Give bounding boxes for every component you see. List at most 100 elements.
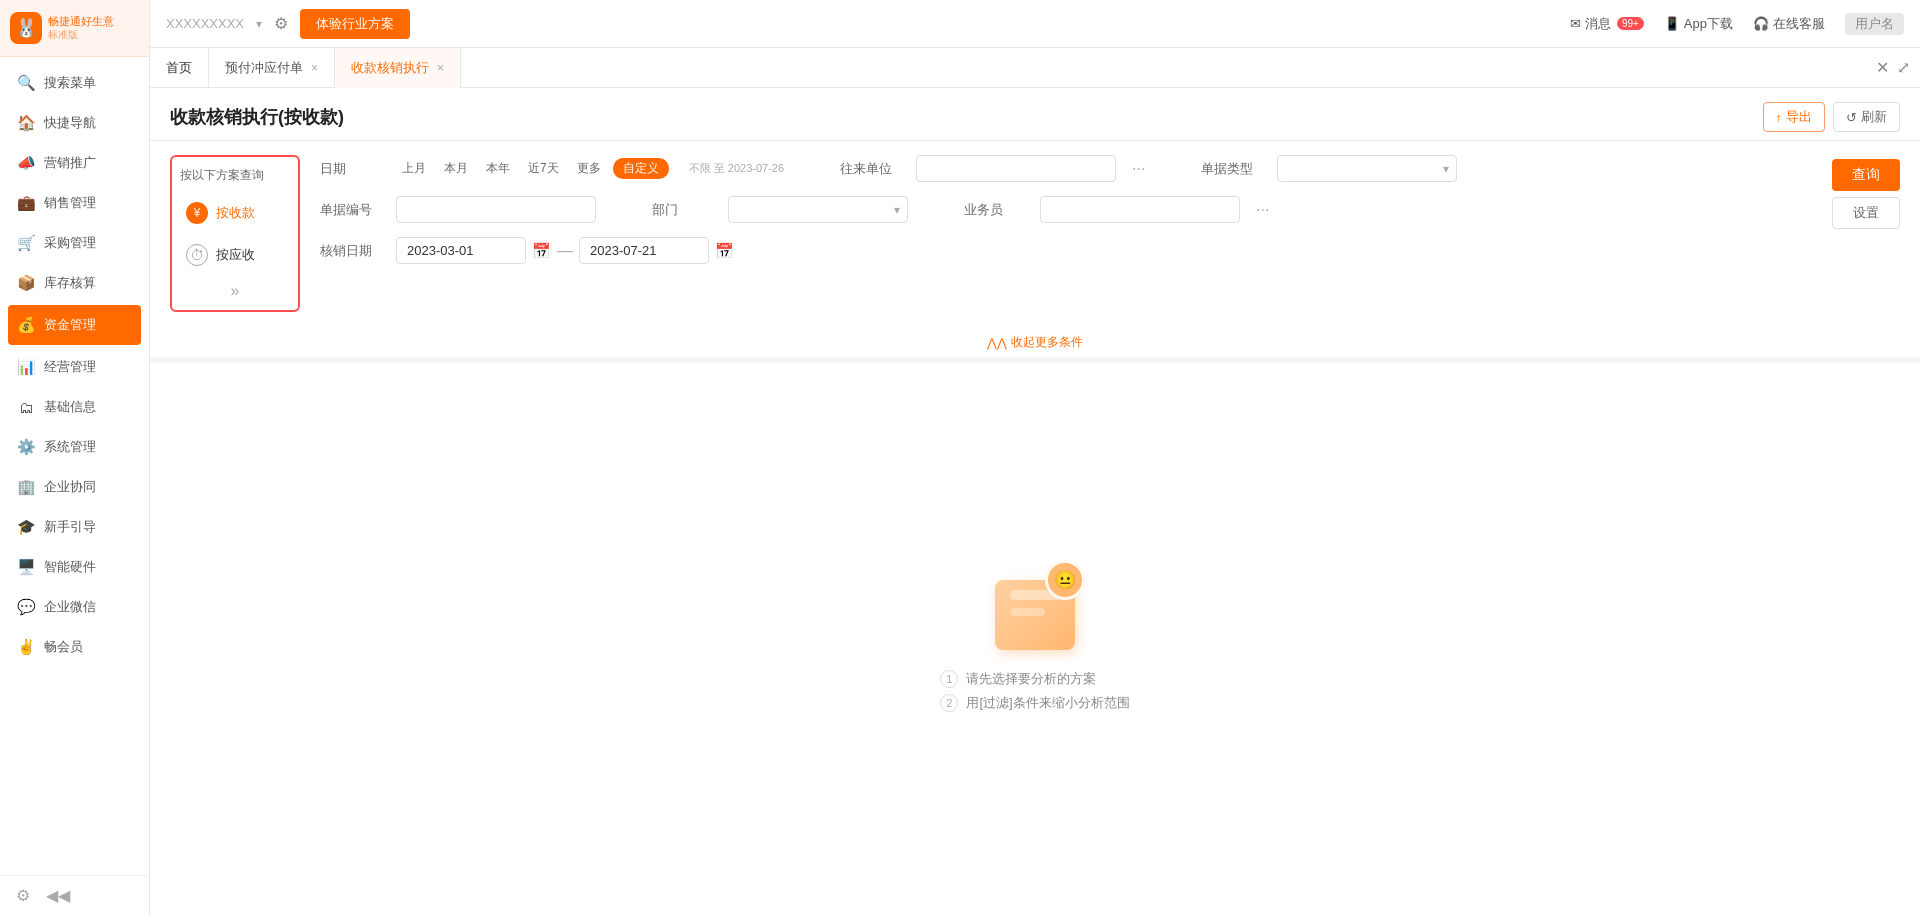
sidebar-item-enterprise[interactable]: 🏢 企业协同 [0, 467, 149, 507]
date-more[interactable]: 更多 [571, 158, 607, 179]
wechat-icon: 💬 [16, 597, 36, 617]
topbar-dropdown-icon[interactable]: ▾ [256, 17, 262, 31]
close-tab-icon[interactable]: ✕ [1876, 58, 1889, 77]
verify-date-start[interactable] [396, 237, 526, 264]
filter-row-1: 日期 上月 本月 本年 近7天 更多 自定义 不限 至 2023-07-26 往… [320, 155, 1812, 182]
empty-illustration: 😐 [985, 560, 1085, 650]
sidebar-item-purchase[interactable]: 🛒 采购管理 [0, 223, 149, 263]
sidebar-item-marketing[interactable]: 📣 营销推广 [0, 143, 149, 183]
operations-icon: 📊 [16, 357, 36, 377]
verify-date-start-calendar-icon[interactable]: 📅 [532, 242, 551, 260]
filter-row-3: 核销日期 📅 — 📅 [320, 237, 1812, 264]
topbar-gear-icon[interactable]: ⚙ [274, 14, 288, 33]
tabs-actions: ✕ ⤢ [1876, 58, 1920, 77]
sidebar-item-label: 经营管理 [44, 358, 96, 376]
topbar-right: ✉ 消息 99+ 📱 App下载 🎧 在线客服 用户名 [1570, 13, 1904, 35]
message-button[interactable]: ✉ 消息 99+ [1570, 15, 1644, 33]
tab-prepay[interactable]: 预付冲应付单 × [209, 48, 335, 88]
sidebar-item-label: 搜索菜单 [44, 74, 96, 92]
sidebar-item-hardware[interactable]: 🖥️ 智能硬件 [0, 547, 149, 587]
sidebar-item-label: 基础信息 [44, 398, 96, 416]
date-this-year[interactable]: 本年 [480, 158, 516, 179]
expand-icon[interactable]: ⤢ [1897, 58, 1910, 77]
date-this-month[interactable]: 本月 [438, 158, 474, 179]
topbar: XXXXXXXXX ▾ ⚙ 体验行业方案 ✉ 消息 99+ 📱 App下载 🎧 … [150, 0, 1920, 48]
counterparty-input[interactable] [916, 155, 1116, 182]
empty-face: 😐 [1045, 560, 1085, 600]
collapse-sidebar-icon[interactable]: ◀◀ [46, 886, 70, 905]
settings-icon[interactable]: ⚙ [16, 886, 30, 905]
collapse-icon: ⋀⋀ [987, 336, 1007, 350]
enterprise-icon: 🏢 [16, 477, 36, 497]
sidebar-item-system[interactable]: ⚙️ 系统管理 [0, 427, 149, 467]
setting-button[interactable]: 设置 [1832, 197, 1900, 229]
megaphone-icon: 📣 [16, 153, 36, 173]
online-service-button[interactable]: 🎧 在线客服 [1753, 15, 1825, 33]
message-label: 消息 [1585, 15, 1611, 33]
sidebar-item-finance[interactable]: 💰 资金管理 [8, 305, 141, 345]
filter-sidebar-title: 按以下方案查询 [180, 167, 290, 184]
page-title: 收款核销执行(按收款) [170, 105, 344, 129]
date-last-month[interactable]: 上月 [396, 158, 432, 179]
sidebar-item-operations[interactable]: 📊 经营管理 [0, 347, 149, 387]
date-range-text: 不限 至 2023-07-26 [689, 161, 784, 176]
tab-receipt-writeoff[interactable]: 收款核销执行 × [335, 48, 461, 88]
filter-option-by-receipt[interactable]: ¥ 按收款 [180, 194, 290, 232]
verify-date-group: 📅 — 📅 [396, 237, 734, 264]
sidebar-item-label: 资金管理 [44, 316, 96, 334]
date-custom[interactable]: 自定义 [613, 158, 669, 179]
counterparty-dots[interactable]: ··· [1132, 160, 1145, 178]
date-7days[interactable]: 近7天 [522, 158, 565, 179]
logo-icon: 🐰 [10, 12, 42, 44]
user-info[interactable]: 用户名 [1845, 13, 1904, 35]
verify-date-end-calendar-icon[interactable]: 📅 [715, 242, 734, 260]
export-button[interactable]: ↑ 导出 [1763, 102, 1826, 132]
employee-label: 业务员 [964, 201, 1024, 219]
filter-option-by-receivable[interactable]: ⏱ 按应收 [180, 236, 290, 274]
docnum-input[interactable] [396, 196, 596, 223]
verify-date-end[interactable] [579, 237, 709, 264]
logo-sub: 标准版 [48, 28, 114, 42]
filter-sidebar-collapse[interactable]: » [180, 282, 290, 300]
sidebar-item-guide[interactable]: 🎓 新手引导 [0, 507, 149, 547]
sidebar-item-label: 企业协同 [44, 478, 96, 496]
tabs-bar: 首页 预付冲应付单 × 收款核销执行 × ✕ ⤢ [150, 48, 1920, 88]
search-icon: 🔍 [16, 73, 36, 93]
collapse-more-button[interactable]: ⋀⋀ 收起更多条件 [987, 334, 1083, 351]
query-buttons: 查询 设置 [1832, 155, 1900, 229]
date-label: 日期 [320, 160, 380, 178]
sidebar-item-inventory[interactable]: 📦 库存核算 [0, 263, 149, 303]
content-area: 收款核销执行(按收款) ↑ 导出 ↺ 刷新 按以下方案查询 ¥ 按收款 [150, 88, 1920, 915]
promo-button[interactable]: 体验行业方案 [300, 9, 410, 39]
refresh-button[interactable]: ↺ 刷新 [1833, 102, 1900, 132]
doctype-select[interactable] [1277, 155, 1457, 182]
sidebar-item-quicknav[interactable]: 🏠 快捷导航 [0, 103, 149, 143]
sidebar-item-label: 快捷导航 [44, 114, 96, 132]
sidebar-item-search[interactable]: 🔍 搜索菜单 [0, 63, 149, 103]
filter-panel: 按以下方案查询 ¥ 按收款 ⏱ 按应收 » 日期 [150, 141, 1920, 326]
employee-dots[interactable]: ··· [1256, 201, 1269, 219]
dept-select[interactable] [728, 196, 908, 223]
sidebar-item-basicinfo[interactable]: 🗂 基础信息 [0, 387, 149, 427]
sidebar-item-member[interactable]: ✌️ 畅会员 [0, 627, 149, 667]
guide-icon: 🎓 [16, 517, 36, 537]
sidebar-item-sales[interactable]: 💼 销售管理 [0, 183, 149, 223]
filter-form: 日期 上月 本月 本年 近7天 更多 自定义 不限 至 2023-07-26 往… [320, 155, 1900, 312]
sidebar-item-wechat[interactable]: 💬 企业微信 [0, 587, 149, 627]
tab-prepay-close[interactable]: × [311, 61, 318, 75]
tab-home[interactable]: 首页 [150, 48, 209, 88]
sidebar: 🐰 畅捷通好生意 标准版 🔍 搜索菜单 🏠 快捷导航 📣 营销推广 💼 销售管理… [0, 0, 150, 915]
hardware-icon: 🖥️ [16, 557, 36, 577]
app-download-button[interactable]: 📱 App下载 [1664, 15, 1733, 33]
query-button[interactable]: 查询 [1832, 159, 1900, 191]
verify-date-label: 核销日期 [320, 242, 380, 260]
tab-receipt-writeoff-close[interactable]: × [437, 61, 444, 75]
doctype-label: 单据类型 [1201, 160, 1261, 178]
employee-input[interactable] [1040, 196, 1240, 223]
app-icon: 📱 [1664, 16, 1680, 31]
sales-icon: 💼 [16, 193, 36, 213]
dept-label: 部门 [652, 201, 712, 219]
filter-sidebar: 按以下方案查询 ¥ 按收款 ⏱ 按应收 » [170, 155, 300, 312]
content-header: 收款核销执行(按收款) ↑ 导出 ↺ 刷新 [150, 88, 1920, 141]
counterparty-label: 往来单位 [840, 160, 900, 178]
